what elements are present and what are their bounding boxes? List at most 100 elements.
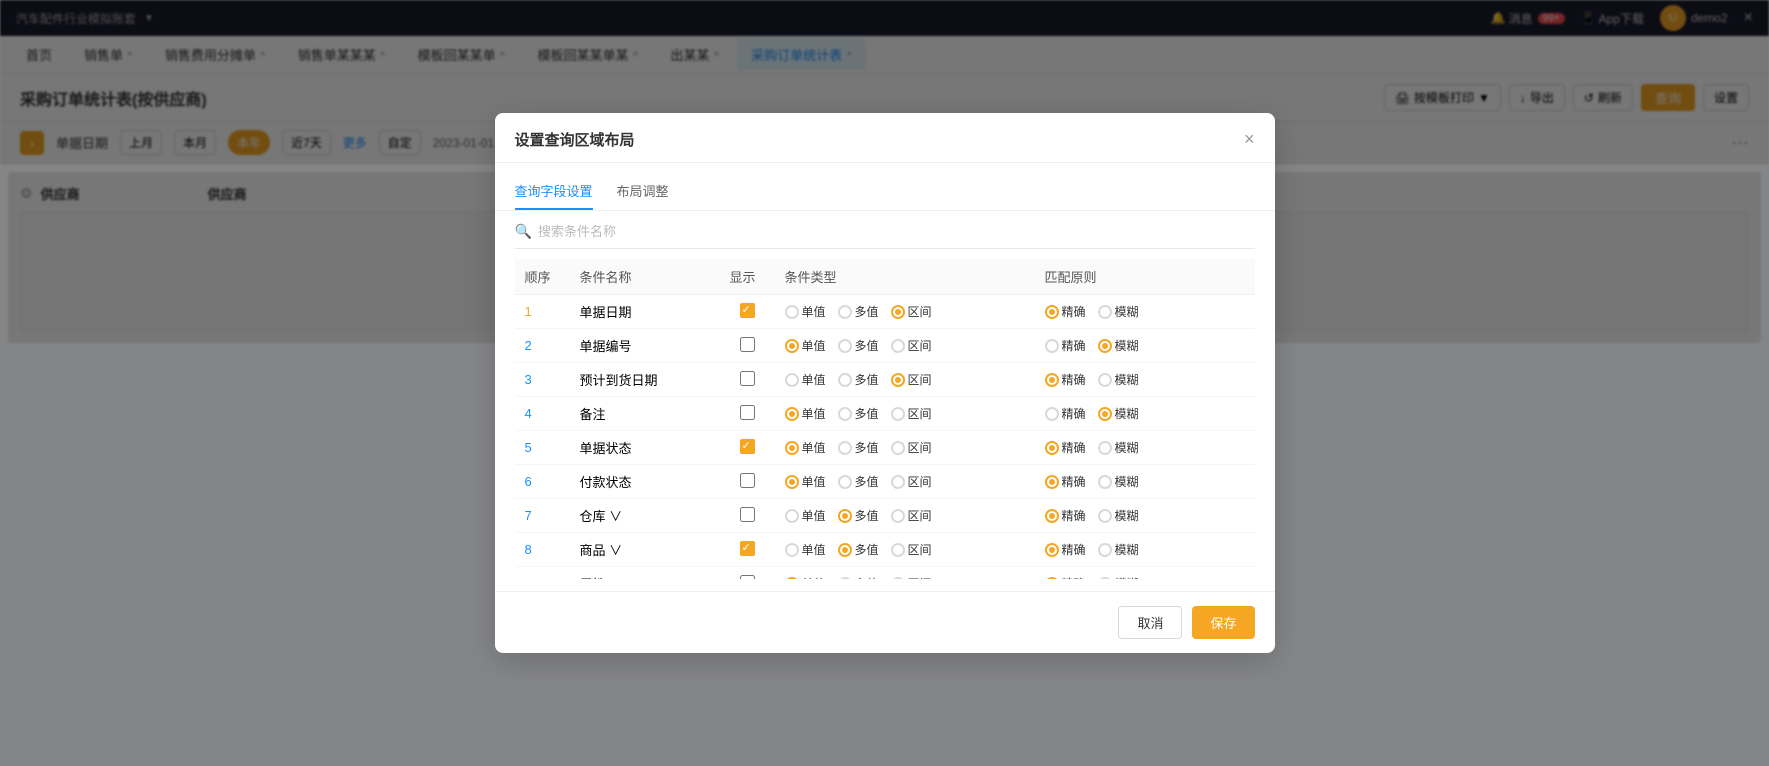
- row-match-option-精确[interactable]: 精确: [1045, 337, 1086, 354]
- row-checkbox[interactable]: [740, 575, 755, 580]
- row-type-option-单值[interactable]: 单值: [785, 371, 826, 388]
- row-checkbox[interactable]: [740, 405, 755, 420]
- row-type-option-单值[interactable]: 单值: [785, 303, 826, 320]
- radio-label-text: 区间: [908, 439, 932, 456]
- row-type-option-区间[interactable]: 区间: [891, 371, 932, 388]
- radio-label-text: 多值: [855, 337, 879, 354]
- row-checkbox[interactable]: [740, 473, 755, 488]
- row-type-option-区间[interactable]: 区间: [891, 405, 932, 422]
- col-order-header: 顺序: [515, 259, 570, 295]
- radio-label-text: 区间: [908, 473, 932, 490]
- row-match-option-精确[interactable]: 精确: [1045, 371, 1086, 388]
- radio-circle-icon: [1045, 339, 1059, 353]
- row-type-option-多值[interactable]: 多值: [838, 507, 879, 524]
- dialog-close-button[interactable]: ×: [1244, 129, 1255, 150]
- row-type-option-单值[interactable]: 单值: [785, 405, 826, 422]
- radio-circle-icon: [838, 543, 852, 557]
- row-type-option-单值[interactable]: 单值: [785, 575, 826, 579]
- row-type-option-单值[interactable]: 单值: [785, 439, 826, 456]
- save-button[interactable]: 保存: [1192, 606, 1254, 639]
- row-match-option-精确[interactable]: 精确: [1045, 439, 1086, 456]
- radio-label-text: 单值: [802, 541, 826, 558]
- table-row: 5单据状态单值多值区间精确模糊: [515, 431, 1255, 465]
- row-type-option-多值[interactable]: 多值: [838, 439, 879, 456]
- row-type-option-单值[interactable]: 单值: [785, 541, 826, 558]
- row-type-option-多值[interactable]: 多值: [838, 541, 879, 558]
- row-match-option-模糊[interactable]: 模糊: [1098, 541, 1139, 558]
- dialog-footer: 取消 保存: [495, 591, 1275, 653]
- radio-label-text: 精确: [1062, 405, 1086, 422]
- row-type-option-单值[interactable]: 单值: [785, 507, 826, 524]
- row-type-option-区间[interactable]: 区间: [891, 337, 932, 354]
- row-type-option-区间[interactable]: 区间: [891, 507, 932, 524]
- row-type-option-多值[interactable]: 多值: [838, 575, 879, 579]
- row-type-option-区间[interactable]: 区间: [891, 439, 932, 456]
- row-condition-name: 付款状态: [570, 465, 720, 499]
- dialog-tab-fields[interactable]: 查询字段设置: [515, 175, 593, 210]
- search-input[interactable]: [538, 224, 718, 239]
- row-match-option-模糊[interactable]: 模糊: [1098, 507, 1139, 524]
- row-match-option-精确[interactable]: 精确: [1045, 575, 1086, 579]
- radio-circle-icon: [891, 543, 905, 557]
- radio-circle-icon: [838, 475, 852, 489]
- radio-label-text: 精确: [1062, 371, 1086, 388]
- row-type-option-多值[interactable]: 多值: [838, 371, 879, 388]
- radio-label-text: 模糊: [1115, 439, 1139, 456]
- row-match-option-模糊[interactable]: 模糊: [1098, 575, 1139, 579]
- row-match-option-模糊[interactable]: 模糊: [1098, 405, 1139, 422]
- radio-circle-icon: [891, 339, 905, 353]
- row-match-option-精确[interactable]: 精确: [1045, 541, 1086, 558]
- dialog-tab-layout-label: 布局调整: [617, 184, 669, 199]
- row-order-num: 1: [525, 304, 532, 319]
- radio-label-text: 模糊: [1115, 371, 1139, 388]
- row-match-option-精确[interactable]: 精确: [1045, 507, 1086, 524]
- col-name-header: 条件名称: [570, 259, 720, 295]
- radio-circle-icon: [838, 407, 852, 421]
- row-match-option-模糊[interactable]: 模糊: [1098, 371, 1139, 388]
- radio-circle-icon: [1098, 339, 1112, 353]
- radio-label-text: 多值: [855, 541, 879, 558]
- row-checkbox-checked[interactable]: [740, 541, 755, 556]
- radio-label-text: 模糊: [1115, 473, 1139, 490]
- row-type-option-多值[interactable]: 多值: [838, 303, 879, 320]
- col-show-header: 显示: [720, 259, 775, 295]
- row-checkbox-checked[interactable]: [740, 439, 755, 454]
- row-match-option-精确[interactable]: 精确: [1045, 303, 1086, 320]
- row-type-option-区间[interactable]: 区间: [891, 541, 932, 558]
- radio-circle-icon: [1098, 373, 1112, 387]
- dialog-tab-fields-label: 查询字段设置: [515, 184, 593, 199]
- row-match-option-模糊[interactable]: 模糊: [1098, 473, 1139, 490]
- row-checkbox[interactable]: [740, 371, 755, 386]
- radio-label-text: 单值: [802, 405, 826, 422]
- row-match-option-模糊[interactable]: 模糊: [1098, 337, 1139, 354]
- row-type-option-单值[interactable]: 单值: [785, 337, 826, 354]
- radio-label-text: 单值: [802, 507, 826, 524]
- radio-label-text: 精确: [1062, 303, 1086, 320]
- radio-label-text: 单值: [802, 575, 826, 579]
- radio-label-text: 单值: [802, 371, 826, 388]
- row-checkbox[interactable]: [740, 337, 755, 352]
- row-checkbox[interactable]: [740, 507, 755, 522]
- dialog-tab-layout[interactable]: 布局调整: [617, 175, 669, 210]
- cancel-button[interactable]: 取消: [1118, 606, 1182, 639]
- row-match-option-模糊[interactable]: 模糊: [1098, 303, 1139, 320]
- row-type-option-多值[interactable]: 多值: [838, 405, 879, 422]
- row-type-option-多值[interactable]: 多值: [838, 337, 879, 354]
- modal-overlay: 设置查询区域布局 × 查询字段设置 布局调整 🔍: [0, 0, 1769, 766]
- row-type-option-区间[interactable]: 区间: [891, 575, 932, 579]
- row-match-option-精确[interactable]: 精确: [1045, 405, 1086, 422]
- radio-circle-icon: [785, 543, 799, 557]
- row-match-option-精确[interactable]: 精确: [1045, 473, 1086, 490]
- row-type-option-区间[interactable]: 区间: [891, 303, 932, 320]
- row-type-group: 单值多值区间: [785, 507, 1025, 524]
- row-type-option-单值[interactable]: 单值: [785, 473, 826, 490]
- row-match-group: 精确模糊: [1045, 541, 1245, 558]
- radio-label-text: 模糊: [1115, 405, 1139, 422]
- radio-label-text: 模糊: [1115, 575, 1139, 579]
- row-match-option-模糊[interactable]: 模糊: [1098, 439, 1139, 456]
- row-type-option-多值[interactable]: 多值: [838, 473, 879, 490]
- radio-circle-icon: [1045, 407, 1059, 421]
- radio-label-text: 单值: [802, 337, 826, 354]
- row-type-option-区间[interactable]: 区间: [891, 473, 932, 490]
- row-checkbox-checked[interactable]: [740, 303, 755, 318]
